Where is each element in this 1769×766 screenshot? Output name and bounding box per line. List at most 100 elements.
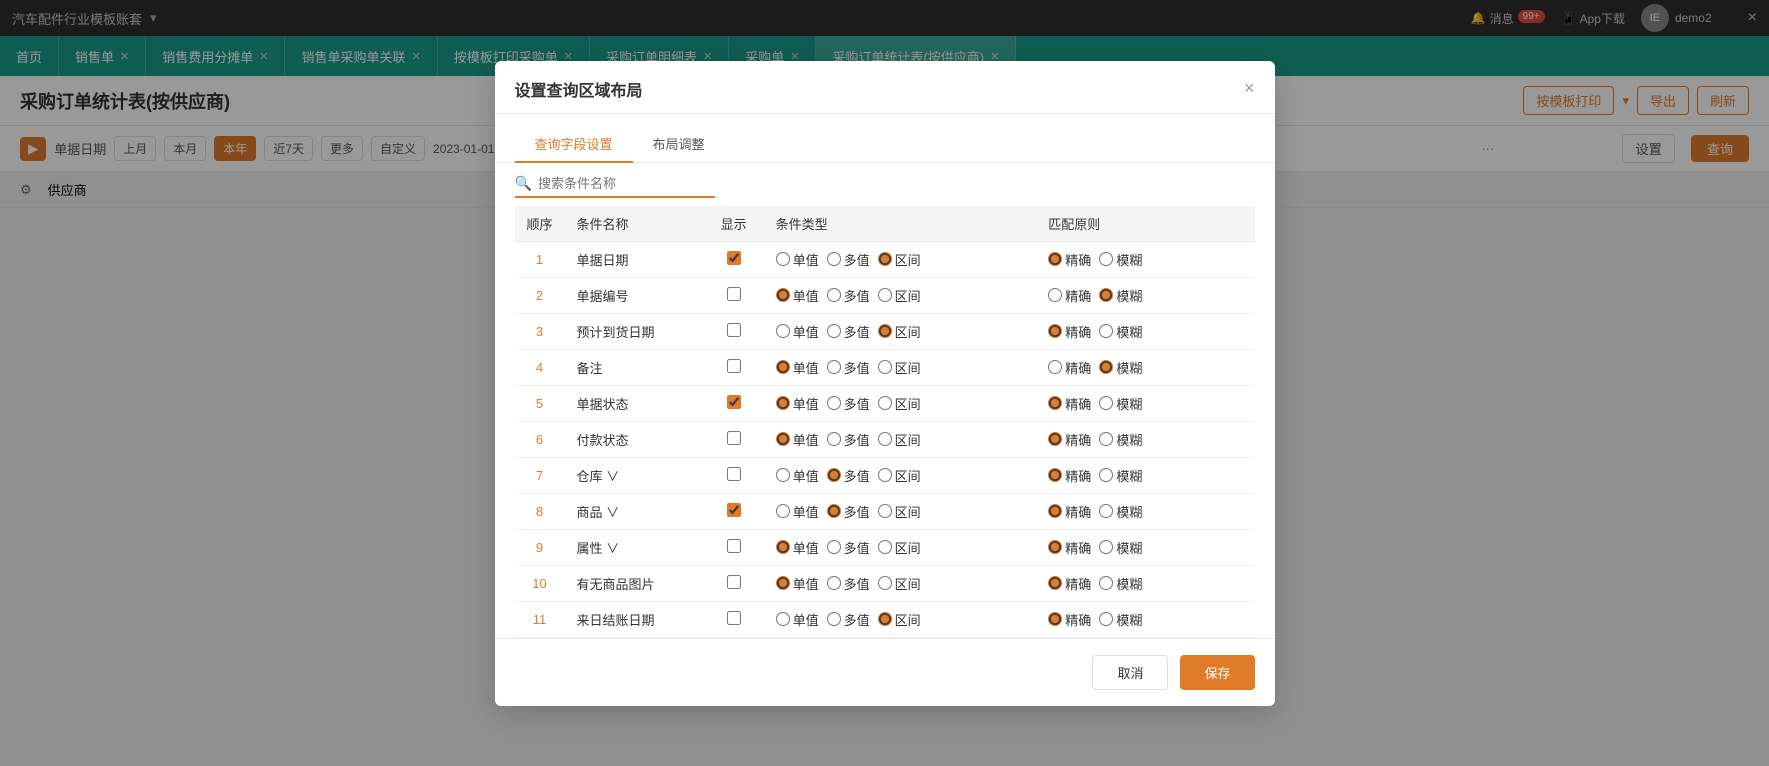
- row-display-6[interactable]: [704, 457, 764, 493]
- type-single-radio-7[interactable]: [776, 504, 790, 518]
- match-fuzzy-label-6[interactable]: 模糊: [1099, 466, 1142, 485]
- type-single-radio-5[interactable]: [776, 432, 790, 446]
- type-range-label-9[interactable]: 区间: [878, 574, 921, 593]
- match-exact-radio-2[interactable]: [1048, 324, 1062, 338]
- type-multi-radio-2[interactable]: [827, 324, 841, 338]
- match-exact-label-7[interactable]: 精确: [1048, 502, 1091, 521]
- type-single-label-0[interactable]: 单值: [776, 250, 819, 269]
- display-checkbox-10[interactable]: [727, 611, 741, 625]
- match-exact-label-8[interactable]: 精确: [1048, 538, 1091, 557]
- match-fuzzy-radio-2[interactable]: [1099, 324, 1113, 338]
- display-checkbox-4[interactable]: [727, 395, 741, 409]
- type-single-label-5[interactable]: 单值: [776, 430, 819, 449]
- type-multi-radio-1[interactable]: [827, 288, 841, 302]
- match-fuzzy-radio-5[interactable]: [1099, 432, 1113, 446]
- type-multi-label-2[interactable]: 多值: [827, 322, 870, 341]
- display-checkbox-7[interactable]: [727, 503, 741, 517]
- match-fuzzy-label-10[interactable]: 模糊: [1099, 610, 1142, 629]
- display-checkbox-1[interactable]: [727, 287, 741, 301]
- match-exact-label-5[interactable]: 精确: [1048, 430, 1091, 449]
- type-single-radio-2[interactable]: [776, 324, 790, 338]
- match-exact-label-1[interactable]: 精确: [1048, 286, 1091, 305]
- match-exact-radio-8[interactable]: [1048, 540, 1062, 554]
- type-range-label-1[interactable]: 区间: [878, 286, 921, 305]
- type-range-label-3[interactable]: 区间: [878, 358, 921, 377]
- match-fuzzy-label-5[interactable]: 模糊: [1099, 430, 1142, 449]
- match-fuzzy-radio-0[interactable]: [1099, 252, 1113, 266]
- match-fuzzy-label-1[interactable]: 模糊: [1099, 286, 1142, 305]
- match-fuzzy-radio-7[interactable]: [1099, 504, 1113, 518]
- type-single-label-10[interactable]: 单值: [776, 610, 819, 629]
- type-range-radio-10[interactable]: [878, 612, 892, 626]
- type-single-label-8[interactable]: 单值: [776, 538, 819, 557]
- type-single-radio-6[interactable]: [776, 468, 790, 482]
- type-range-radio-5[interactable]: [878, 432, 892, 446]
- type-multi-label-1[interactable]: 多值: [827, 286, 870, 305]
- match-fuzzy-label-0[interactable]: 模糊: [1099, 250, 1142, 269]
- type-single-radio-8[interactable]: [776, 540, 790, 554]
- type-range-radio-2[interactable]: [878, 324, 892, 338]
- match-exact-label-4[interactable]: 精确: [1048, 394, 1091, 413]
- display-checkbox-3[interactable]: [727, 359, 741, 373]
- type-multi-radio-7[interactable]: [827, 504, 841, 518]
- row-display-3[interactable]: [704, 349, 764, 385]
- type-multi-label-0[interactable]: 多值: [827, 250, 870, 269]
- row-display-1[interactable]: [704, 277, 764, 313]
- type-range-label-2[interactable]: 区间: [878, 322, 921, 341]
- match-exact-radio-10[interactable]: [1048, 612, 1062, 626]
- match-fuzzy-label-8[interactable]: 模糊: [1099, 538, 1142, 557]
- type-single-label-4[interactable]: 单值: [776, 394, 819, 413]
- display-checkbox-5[interactable]: [727, 431, 741, 445]
- type-single-label-2[interactable]: 单值: [776, 322, 819, 341]
- type-multi-radio-0[interactable]: [827, 252, 841, 266]
- match-exact-radio-6[interactable]: [1048, 468, 1062, 482]
- match-exact-label-9[interactable]: 精确: [1048, 574, 1091, 593]
- row-display-7[interactable]: [704, 493, 764, 529]
- type-range-label-0[interactable]: 区间: [878, 250, 921, 269]
- row-display-8[interactable]: [704, 529, 764, 565]
- dialog-close-button[interactable]: ×: [1244, 78, 1255, 99]
- match-exact-radio-5[interactable]: [1048, 432, 1062, 446]
- save-button[interactable]: 保存: [1180, 655, 1254, 690]
- type-multi-radio-9[interactable]: [827, 576, 841, 590]
- type-range-radio-9[interactable]: [878, 576, 892, 590]
- type-multi-radio-10[interactable]: [827, 612, 841, 626]
- match-exact-radio-4[interactable]: [1048, 396, 1062, 410]
- match-fuzzy-radio-8[interactable]: [1099, 540, 1113, 554]
- row-display-9[interactable]: [704, 565, 764, 601]
- match-fuzzy-radio-10[interactable]: [1099, 612, 1113, 626]
- type-range-radio-3[interactable]: [878, 360, 892, 374]
- row-display-0[interactable]: [704, 241, 764, 277]
- match-fuzzy-radio-9[interactable]: [1099, 576, 1113, 590]
- type-range-label-6[interactable]: 区间: [878, 466, 921, 485]
- type-range-label-10[interactable]: 区间: [878, 610, 921, 629]
- match-exact-radio-7[interactable]: [1048, 504, 1062, 518]
- display-checkbox-9[interactable]: [727, 575, 741, 589]
- match-exact-radio-1[interactable]: [1048, 288, 1062, 302]
- type-range-radio-6[interactable]: [878, 468, 892, 482]
- display-checkbox-6[interactable]: [727, 467, 741, 481]
- type-multi-label-9[interactable]: 多值: [827, 574, 870, 593]
- type-multi-radio-6[interactable]: [827, 468, 841, 482]
- display-checkbox-0[interactable]: [727, 251, 741, 265]
- type-single-label-7[interactable]: 单值: [776, 502, 819, 521]
- match-fuzzy-label-2[interactable]: 模糊: [1099, 322, 1142, 341]
- type-range-radio-4[interactable]: [878, 396, 892, 410]
- type-single-radio-0[interactable]: [776, 252, 790, 266]
- match-exact-label-0[interactable]: 精确: [1048, 250, 1091, 269]
- match-fuzzy-label-7[interactable]: 模糊: [1099, 502, 1142, 521]
- match-fuzzy-label-3[interactable]: 模糊: [1099, 358, 1142, 377]
- type-single-label-1[interactable]: 单值: [776, 286, 819, 305]
- type-multi-label-10[interactable]: 多值: [827, 610, 870, 629]
- match-fuzzy-radio-4[interactable]: [1099, 396, 1113, 410]
- type-multi-radio-5[interactable]: [827, 432, 841, 446]
- type-single-radio-9[interactable]: [776, 576, 790, 590]
- type-multi-label-6[interactable]: 多值: [827, 466, 870, 485]
- type-multi-label-4[interactable]: 多值: [827, 394, 870, 413]
- type-single-radio-10[interactable]: [776, 612, 790, 626]
- search-input[interactable]: [538, 176, 698, 191]
- type-single-radio-3[interactable]: [776, 360, 790, 374]
- type-range-label-5[interactable]: 区间: [878, 430, 921, 449]
- tab-layout-adjust[interactable]: 布局调整: [633, 126, 725, 163]
- match-fuzzy-radio-1[interactable]: [1099, 288, 1113, 302]
